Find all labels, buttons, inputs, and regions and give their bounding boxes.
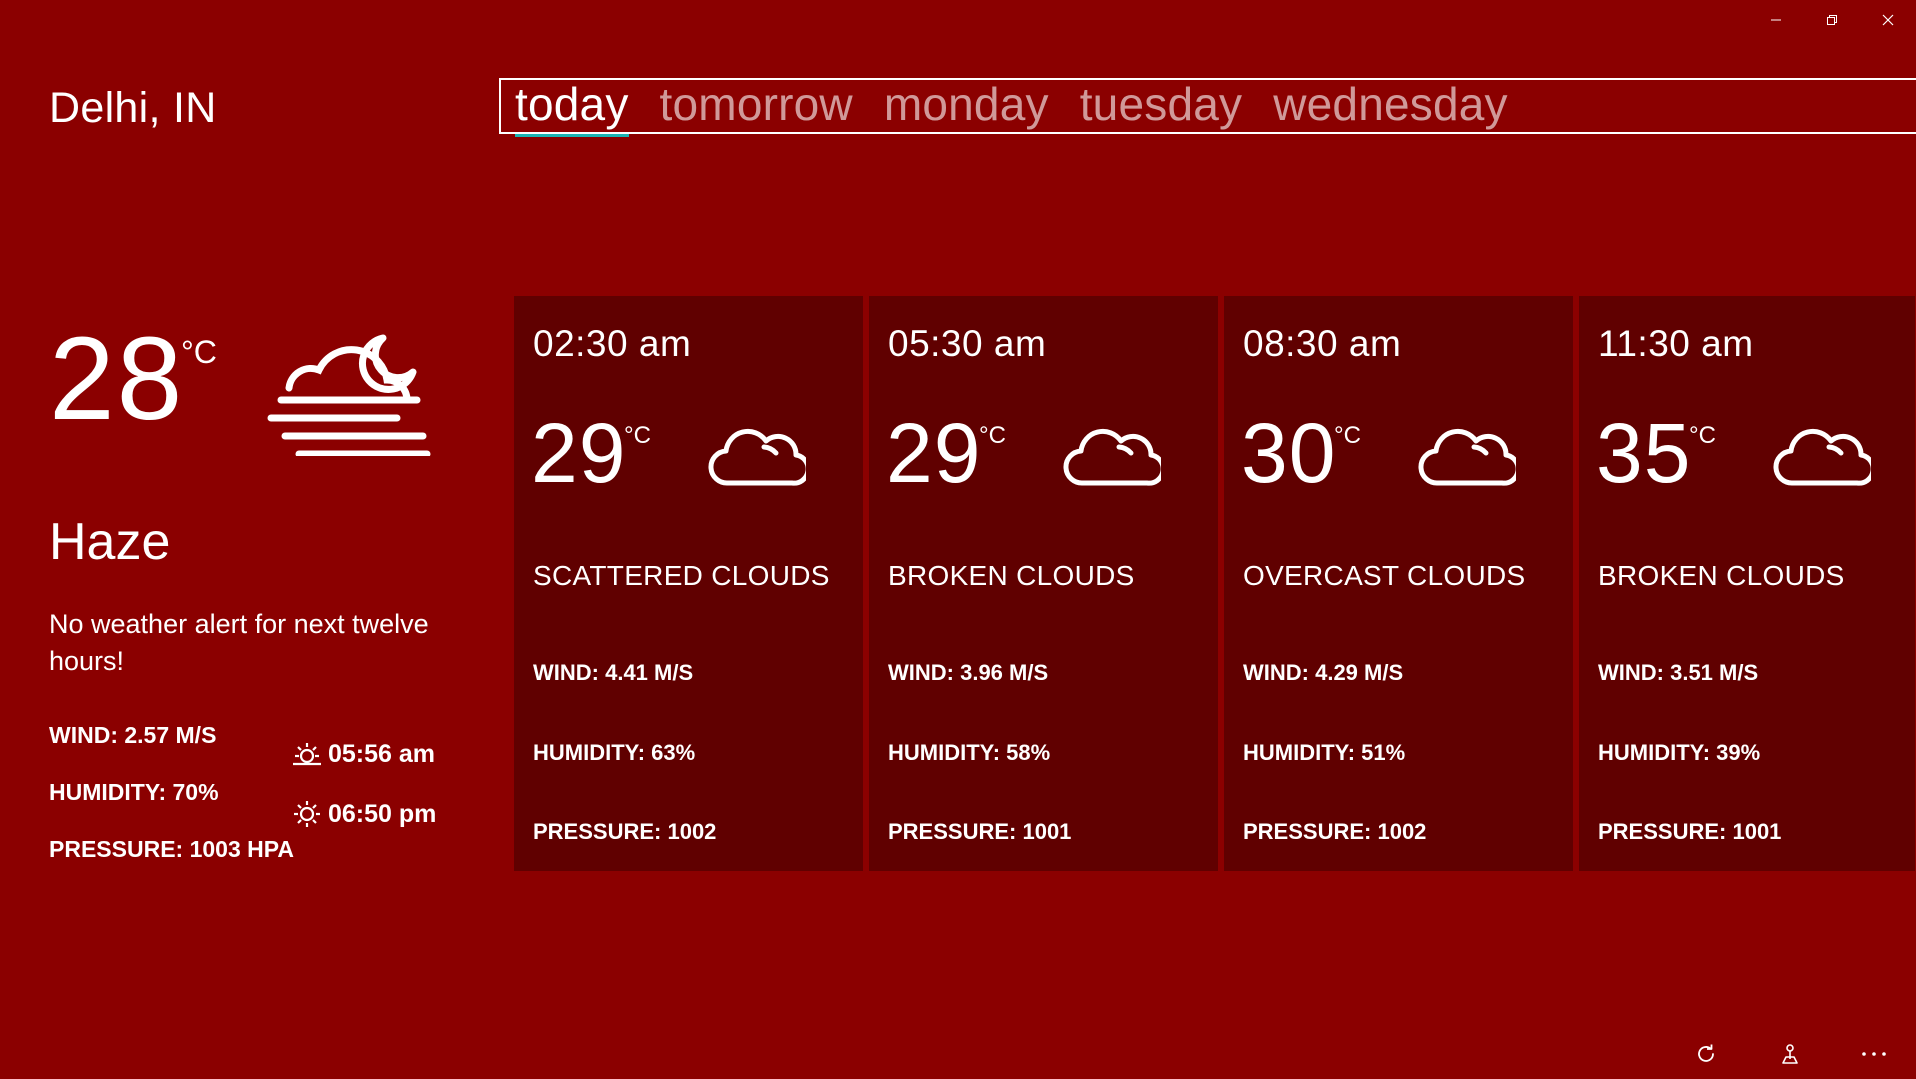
forecast-description: BROKEN CLOUDS [1598, 560, 1845, 591]
forecast-time: 08:30 am [1243, 323, 1402, 364]
forecast-pressure: PRESSURE: 1002 [1243, 819, 1427, 844]
cloud-icon [1773, 421, 1876, 492]
forecast-wind: WIND: 4.41 M/S [533, 660, 694, 685]
forecast-pressure: PRESSURE: 1001 [888, 819, 1072, 844]
minimize-button[interactable] [1748, 0, 1804, 40]
forecast-wind: WIND: 4.29 M/S [1243, 660, 1404, 685]
current-description: Haze [49, 513, 171, 571]
forecast-card[interactable]: 08:30 am 30 °C OVERCAST CLOUDS WIND: 4.2… [1224, 296, 1573, 871]
day-tabs: today tomorrow monday tuesday wednesday [499, 78, 1916, 137]
cloud-icon [1063, 421, 1166, 492]
weather-app: Delhi, IN today tomorrow monday tuesday … [0, 0, 1916, 1079]
location-pin-icon [1782, 1044, 1798, 1064]
more-icon [1862, 1052, 1886, 1056]
forecast-time: 02:30 am [533, 323, 692, 364]
sunrise-time: 05:56 am [328, 740, 436, 768]
current-pressure: PRESSURE: 1003 HPA [49, 836, 294, 862]
window-controls [1748, 0, 1916, 40]
tab-monday[interactable]: monday [884, 81, 1049, 131]
restore-icon [1827, 15, 1837, 25]
forecast-description: BROKEN CLOUDS [888, 560, 1135, 591]
weather-alert: No weather alert for next twelve hours! [49, 609, 429, 676]
forecast-wind: WIND: 3.51 M/S [1598, 660, 1759, 685]
forecast-temp: 29 [531, 406, 627, 500]
forecast-pressure: PRESSURE: 1002 [533, 819, 717, 844]
current-humidity: HUMIDITY: 70% [49, 779, 219, 805]
cloud-icon [1418, 421, 1521, 492]
close-button[interactable] [1860, 0, 1916, 40]
sunset-time: 06:50 pm [328, 799, 437, 828]
forecast-temp-unit: °C [1334, 422, 1361, 449]
forecast-pressure: PRESSURE: 1001 [1598, 819, 1782, 844]
forecast-card[interactable]: 11:30 am 35 °C BROKEN CLOUDS WIND: 3.51 … [1579, 296, 1915, 871]
tab-tomorrow[interactable]: tomorrow [660, 81, 853, 131]
haze-moon-icon [267, 326, 433, 461]
forecast-wind: WIND: 3.96 M/S [888, 660, 1049, 685]
forecast-humidity: HUMIDITY: 63% [533, 740, 696, 765]
sunrise-icon [293, 742, 321, 765]
forecast-description: SCATTERED CLOUDS [533, 560, 830, 591]
cloud-icon [708, 421, 811, 492]
location-title: Delhi, IN [49, 84, 217, 132]
restore-button[interactable] [1804, 0, 1860, 40]
forecast-temp: 35 [1596, 406, 1692, 500]
sunset-row: 06:50 pm [292, 799, 436, 829]
tab-tuesday[interactable]: tuesday [1080, 81, 1243, 131]
location-button[interactable] [1748, 1029, 1832, 1079]
sunrise-row: 05:56 am [292, 740, 435, 769]
forecast-cards: 02:30 am 29 °C SCATTERED CLOUDS WIND: 4.… [514, 296, 1915, 871]
forecast-humidity: HUMIDITY: 58% [888, 740, 1051, 765]
forecast-temp-unit: °C [979, 422, 1006, 449]
current-wind: WIND: 2.57 M/S [49, 722, 217, 748]
forecast-card[interactable]: 02:30 am 29 °C SCATTERED CLOUDS WIND: 4.… [514, 296, 863, 871]
tab-wednesday[interactable]: wednesday [1273, 81, 1508, 131]
forecast-temp: 30 [1241, 406, 1337, 500]
app-bar [1664, 1029, 1916, 1079]
sunset-icon [294, 801, 320, 827]
forecast-temp: 29 [886, 406, 982, 500]
forecast-humidity: HUMIDITY: 39% [1598, 740, 1761, 765]
current-temp: 28 [49, 313, 185, 445]
refresh-button[interactable] [1664, 1029, 1748, 1079]
close-icon [1882, 14, 1894, 26]
refresh-icon [1698, 1044, 1714, 1062]
forecast-description: OVERCAST CLOUDS [1243, 560, 1526, 591]
forecast-card[interactable]: 05:30 am 29 °C BROKEN CLOUDS WIND: 3.96 … [869, 296, 1218, 871]
current-weather: 28 °C [49, 313, 479, 458]
forecast-time: 11:30 am [1598, 323, 1754, 364]
forecast-humidity: HUMIDITY: 51% [1243, 740, 1406, 765]
minimize-icon [1771, 19, 1781, 21]
forecast-temp-unit: °C [1689, 422, 1716, 449]
forecast-temp-unit: °C [624, 422, 651, 449]
more-button[interactable] [1832, 1029, 1916, 1079]
current-temp-row: 28 °C [49, 313, 479, 458]
forecast-time: 05:30 am [888, 323, 1047, 364]
current-temp-unit: °C [181, 334, 217, 370]
tab-today[interactable]: today [515, 81, 629, 137]
